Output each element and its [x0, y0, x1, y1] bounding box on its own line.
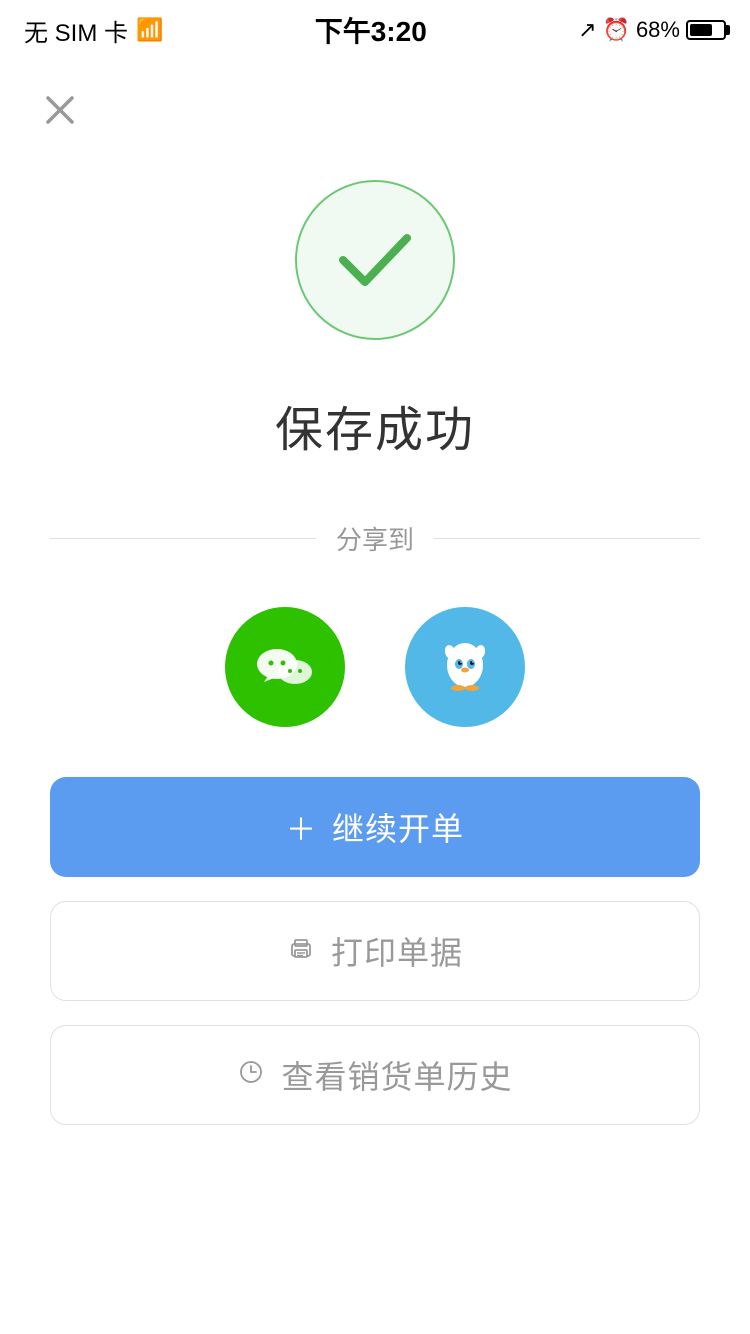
- history-icon-svg: [237, 1058, 265, 1086]
- wechat-icon: [250, 632, 320, 702]
- battery-fill: [690, 24, 712, 36]
- success-circle: [295, 180, 455, 340]
- history-button-label: 查看销货单历史: [281, 1052, 512, 1098]
- success-title: 保存成功: [275, 390, 475, 460]
- battery-percent: 68%: [636, 17, 680, 43]
- share-label: 分享到: [336, 520, 414, 557]
- divider-left: [50, 538, 316, 539]
- wechat-share-button[interactable]: [225, 607, 345, 727]
- print-button-label: 打印单据: [331, 928, 463, 974]
- qq-icon: [430, 632, 500, 702]
- status-bar: 无 SIM 卡 📶 下午3:20 ↗ ⏰ 68%: [0, 0, 750, 60]
- history-button[interactable]: 查看销货单历史: [50, 1025, 700, 1125]
- share-section: 分享到: [0, 520, 750, 727]
- print-button[interactable]: 打印单据: [50, 901, 700, 1001]
- printer-icon: [287, 934, 315, 969]
- printer-icon-svg: [287, 934, 315, 962]
- share-icons-row: [50, 607, 700, 727]
- divider-right: [434, 538, 700, 539]
- plus-icon: ＋: [286, 805, 316, 849]
- share-divider-row: 分享到: [50, 520, 700, 557]
- qq-share-button[interactable]: [405, 607, 525, 727]
- continue-button[interactable]: ＋ 继续开单: [50, 777, 700, 877]
- status-bar-time: 下午3:20: [315, 10, 427, 50]
- success-area: 保存成功: [0, 140, 750, 520]
- continue-button-label: 继续开单: [332, 804, 464, 850]
- sim-label: 无 SIM 卡: [24, 13, 128, 48]
- action-buttons: ＋ 继续开单 打印单据: [0, 777, 750, 1125]
- location-icon: ↗: [578, 17, 596, 43]
- close-icon: [42, 92, 78, 128]
- checkmark-icon: [335, 230, 415, 290]
- status-bar-left: 无 SIM 卡 📶: [24, 13, 163, 48]
- alarm-icon: ⏰: [603, 17, 630, 43]
- history-icon: [237, 1058, 265, 1093]
- close-button[interactable]: [30, 80, 90, 140]
- status-bar-right: ↗ ⏰ 68%: [578, 17, 726, 43]
- wifi-icon: 📶: [136, 17, 163, 43]
- battery-icon: [686, 20, 726, 40]
- page-container: 保存成功 分享到: [0, 60, 750, 1334]
